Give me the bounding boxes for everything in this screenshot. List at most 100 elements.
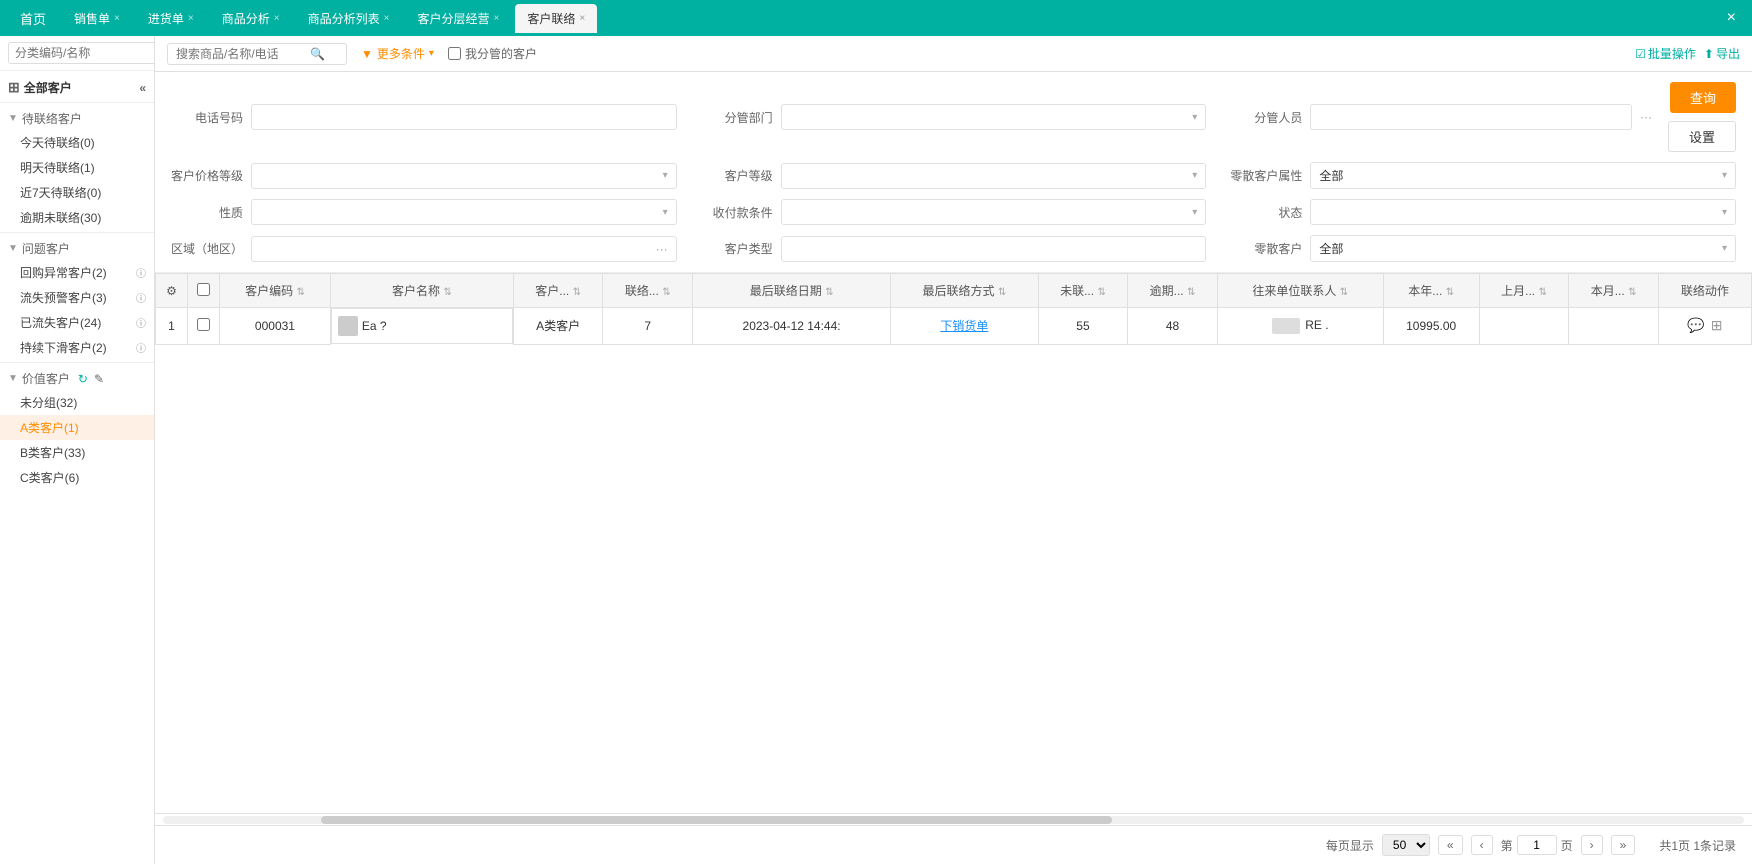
my-customer-label: 我分管的客户 — [465, 45, 537, 62]
col-last-method[interactable]: 最后联络方式 ⇅ — [891, 274, 1039, 308]
sort-name-icon: ⇅ — [443, 287, 451, 298]
search-box: 🔍 — [167, 43, 347, 65]
sidebar-all-customers-label: 全部客户 — [24, 79, 72, 96]
col-overdue[interactable]: 逾期... ⇅ — [1128, 274, 1218, 308]
cell-checkbox[interactable] — [188, 308, 220, 345]
col-code[interactable]: 客户编码 ⇅ — [220, 274, 331, 308]
select-all-checkbox[interactable] — [197, 283, 210, 296]
sidebar-item-class-b[interactable]: B类客户(33) — [0, 440, 154, 465]
nav-tab-customer-mgr-close[interactable]: × — [493, 13, 499, 24]
sidebar-search-area: 🔍 — [0, 36, 154, 71]
nav-tab-analysis-close[interactable]: × — [274, 13, 280, 24]
sort-type-icon: ⇅ — [573, 287, 581, 298]
export-button[interactable]: ⬆ 导出 — [1704, 45, 1740, 62]
sidebar-group-problem[interactable]: ▼ 问题客户 — [0, 235, 154, 260]
filter-ctrl-payment[interactable]: ▾ — [781, 199, 1207, 225]
filter-ctrl-region[interactable]: ··· — [251, 236, 677, 262]
scrollbar-thumb[interactable] — [321, 816, 1112, 824]
col-name[interactable]: 客户名称 ⇅ — [330, 274, 513, 308]
dots-region-icon: ··· — [656, 242, 668, 256]
query-button[interactable]: 查询 — [1670, 82, 1736, 113]
filter-ctrl-nature[interactable]: ▾ — [251, 199, 677, 225]
filter-ctrl-retail-attr[interactable]: 全部 ▾ — [1310, 162, 1736, 189]
col-last-date[interactable]: 最后联络日期 ⇅ — [692, 274, 890, 308]
more-filter-button[interactable]: ▼ 更多条件 ▾ — [355, 42, 440, 65]
col-contact-count[interactable]: 联络... ⇅ — [603, 274, 693, 308]
col-checkbox[interactable] — [188, 274, 220, 308]
qr-icon[interactable]: ⊞ — [1711, 317, 1723, 334]
search-input[interactable] — [176, 47, 306, 61]
sidebar-item-churned[interactable]: 已流失客户(24) ⓘ — [0, 310, 154, 335]
sidebar-item-overdue-contact-label: 逾期未联络(30) — [20, 209, 146, 226]
nav-tab-sales-close[interactable]: × — [114, 13, 120, 24]
sidebar-item-abnormal[interactable]: 回购异常客户(2) ⓘ — [0, 260, 154, 285]
nav-home[interactable]: 首页 — [8, 3, 58, 34]
search-icon[interactable]: 🔍 — [310, 47, 325, 61]
nav-tab-analysis-list-close[interactable]: × — [384, 13, 390, 24]
filter-ctrl-price-level[interactable]: ▾ — [251, 163, 677, 189]
col-this-year[interactable]: 本年... ⇅ — [1383, 274, 1479, 308]
close-all-button[interactable]: × — [1719, 5, 1744, 31]
last-method-link[interactable]: 下销货单 — [940, 319, 988, 333]
sidebar-item-churn-warn-info: ⓘ — [136, 290, 146, 305]
sidebar-item-churn-warn[interactable]: 流失预警客户(3) ⓘ — [0, 285, 154, 310]
filter-ctrl-dept[interactable]: ▾ — [781, 104, 1207, 130]
col-uncontact[interactable]: 未联... ⇅ — [1038, 274, 1128, 308]
sidebar-all-customers[interactable]: ⊞ 全部客户 « — [0, 71, 154, 100]
data-table: ⚙ 客户编码 ⇅ 客户名称 ⇅ 客户... ⇅ — [155, 273, 1752, 345]
refresh-icon[interactable]: ↻ — [78, 372, 88, 386]
filter-ctrl-customer-level[interactable]: ▾ — [781, 163, 1207, 189]
filter-ctrl-retail[interactable]: 全部 ▾ — [1310, 235, 1736, 262]
chevron-customer-level-icon: ▾ — [1192, 170, 1197, 181]
cell-last-method[interactable]: 下销货单 — [891, 308, 1039, 345]
batch-operation-button[interactable]: ☑ 批量操作 — [1635, 45, 1696, 62]
filter-ctrl-phone[interactable] — [251, 104, 677, 130]
sidebar-item-overdue-contact[interactable]: 逾期未联络(30) — [0, 205, 154, 230]
nav-tab-customer-contact-close[interactable]: × — [579, 13, 585, 24]
sidebar-group-pending[interactable]: ▼ 待联络客户 — [0, 105, 154, 130]
page-size-select[interactable]: 50 — [1382, 834, 1430, 856]
sidebar-item-class-a[interactable]: A类客户(1) — [0, 415, 154, 440]
edit-icon[interactable]: ✎ — [94, 372, 104, 386]
col-last-month[interactable]: 上月... ⇅ — [1479, 274, 1569, 308]
col-overdue-label: 逾期... — [1150, 284, 1184, 298]
sidebar-search-input[interactable] — [8, 42, 155, 64]
sidebar-item-today[interactable]: 今天待联络(0) — [0, 130, 154, 155]
first-page-button[interactable]: « — [1438, 835, 1463, 855]
page-input[interactable] — [1517, 835, 1557, 855]
nav-tab-purchase[interactable]: 进货单 × — [136, 4, 206, 33]
table-container: ⚙ 客户编码 ⇅ 客户名称 ⇅ 客户... ⇅ — [155, 273, 1752, 813]
col-contact2[interactable]: 往来单位联系人 ⇅ — [1217, 274, 1383, 308]
row-checkbox[interactable] — [197, 318, 210, 331]
nav-tab-analysis-list[interactable]: 商品分析列表 × — [296, 4, 402, 33]
sidebar: 🔍 ⊞ 全部客户 « ▼ 待联络客户 今天待联络(0) 明天待联络(1) 近7天… — [0, 36, 155, 864]
nav-tab-customer-contact[interactable]: 客户联络 × — [515, 4, 597, 33]
col-setting[interactable]: ⚙ — [156, 274, 188, 308]
next-page-button[interactable]: › — [1581, 835, 1603, 855]
col-this-month[interactable]: 本月... ⇅ — [1569, 274, 1659, 308]
nav-tab-customer-mgr[interactable]: 客户分层经营 × — [405, 4, 511, 33]
filter-ctrl-manager[interactable] — [1310, 104, 1632, 130]
last-page-button[interactable]: » — [1611, 835, 1636, 855]
nav-tab-purchase-close[interactable]: × — [188, 13, 194, 24]
sidebar-item-class-c[interactable]: C类客户(6) — [0, 465, 154, 490]
filter-ctrl-customer-type[interactable] — [781, 236, 1207, 262]
chat-icon[interactable]: 💬 — [1687, 317, 1704, 334]
sidebar-item-7days[interactable]: 近7天待联络(0) — [0, 180, 154, 205]
setting-button[interactable]: 设置 — [1668, 121, 1736, 152]
filter-cell-dept: 分管部门 ▾ — [701, 82, 1207, 152]
sidebar-item-tomorrow[interactable]: 明天待联络(1) — [0, 155, 154, 180]
my-customer-checkbox[interactable] — [448, 47, 461, 60]
horizontal-scrollbar[interactable] — [155, 813, 1752, 825]
prev-page-button[interactable]: ‹ — [1471, 835, 1493, 855]
nav-tab-analysis[interactable]: 商品分析 × — [210, 4, 292, 33]
col-name-label: 客户名称 — [392, 284, 440, 298]
dots-manager-icon[interactable]: ··· — [1640, 110, 1652, 124]
sidebar-group-value[interactable]: ▼ 价值客户 ↻ ✎ — [0, 365, 154, 390]
sidebar-item-declining[interactable]: 持续下滑客户(2) ⓘ — [0, 335, 154, 360]
my-customer-filter[interactable]: 我分管的客户 — [448, 45, 537, 62]
filter-ctrl-status[interactable]: ▾ — [1310, 199, 1736, 225]
col-type[interactable]: 客户... ⇅ — [513, 274, 603, 308]
nav-tab-sales[interactable]: 销售单 × — [62, 4, 132, 33]
sidebar-item-unclassified[interactable]: 未分组(32) — [0, 390, 154, 415]
